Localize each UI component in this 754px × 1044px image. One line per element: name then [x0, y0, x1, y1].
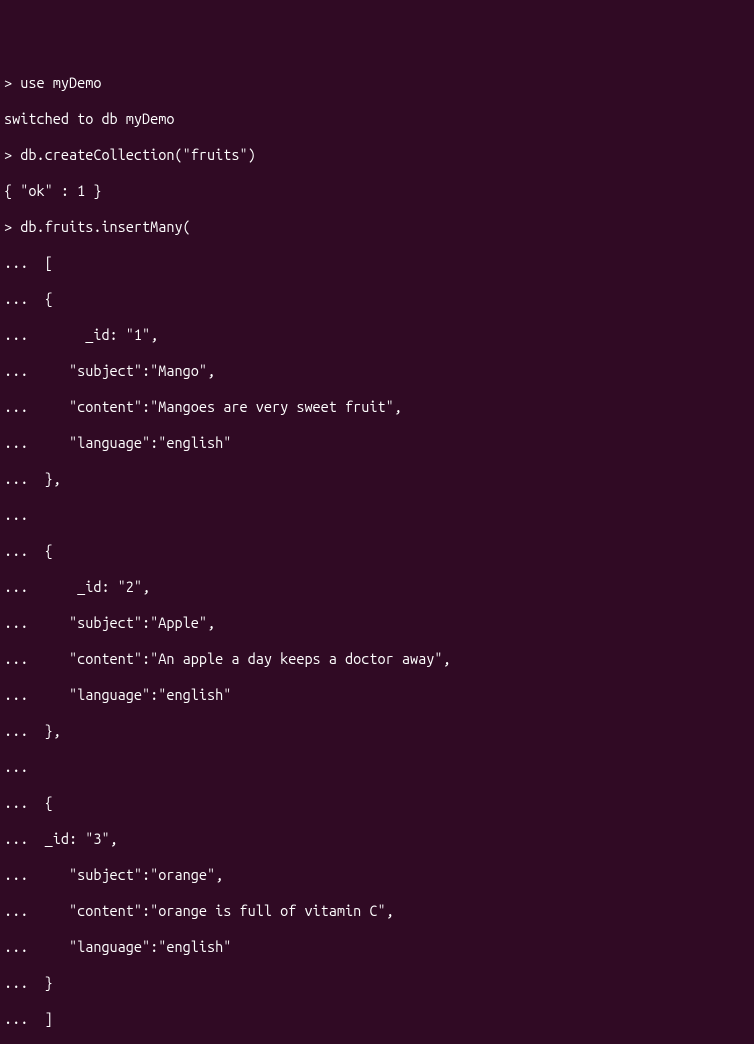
terminal-line: ... _id: "1",: [4, 326, 750, 344]
terminal-line: ... _id: "3",: [4, 830, 750, 848]
terminal-line: ... "subject":"Apple",: [4, 614, 750, 632]
terminal-line: > use myDemo: [4, 74, 750, 92]
terminal-line: { "ok" : 1 }: [4, 182, 750, 200]
terminal-line: ... ]: [4, 1010, 750, 1028]
terminal-line: ... "content":"Mangoes are very sweet fr…: [4, 398, 750, 416]
terminal-line: ... "language":"english": [4, 938, 750, 956]
terminal-line: switched to db myDemo: [4, 110, 750, 128]
terminal-line: ... [: [4, 254, 750, 272]
terminal-line: ... "language":"english": [4, 686, 750, 704]
terminal-line: ... {: [4, 794, 750, 812]
terminal-line: ... {: [4, 290, 750, 308]
terminal-line: ...: [4, 506, 750, 524]
terminal-line: ... "subject":"orange",: [4, 866, 750, 884]
terminal-line: ... {: [4, 542, 750, 560]
terminal-line: ... _id: "2",: [4, 578, 750, 596]
terminal-line: ... },: [4, 722, 750, 740]
terminal-line: ... },: [4, 470, 750, 488]
terminal-line: ... }: [4, 974, 750, 992]
terminal-line: ... "content":"orange is full of vitamin…: [4, 902, 750, 920]
terminal-line: > db.createCollection("fruits"): [4, 146, 750, 164]
terminal-line: ... "content":"An apple a day keeps a do…: [4, 650, 750, 668]
terminal-line: ... "subject":"Mango",: [4, 362, 750, 380]
terminal-line: > db.fruits.insertMany(: [4, 218, 750, 236]
terminal-line: ...: [4, 758, 750, 776]
terminal-line: ... "language":"english": [4, 434, 750, 452]
